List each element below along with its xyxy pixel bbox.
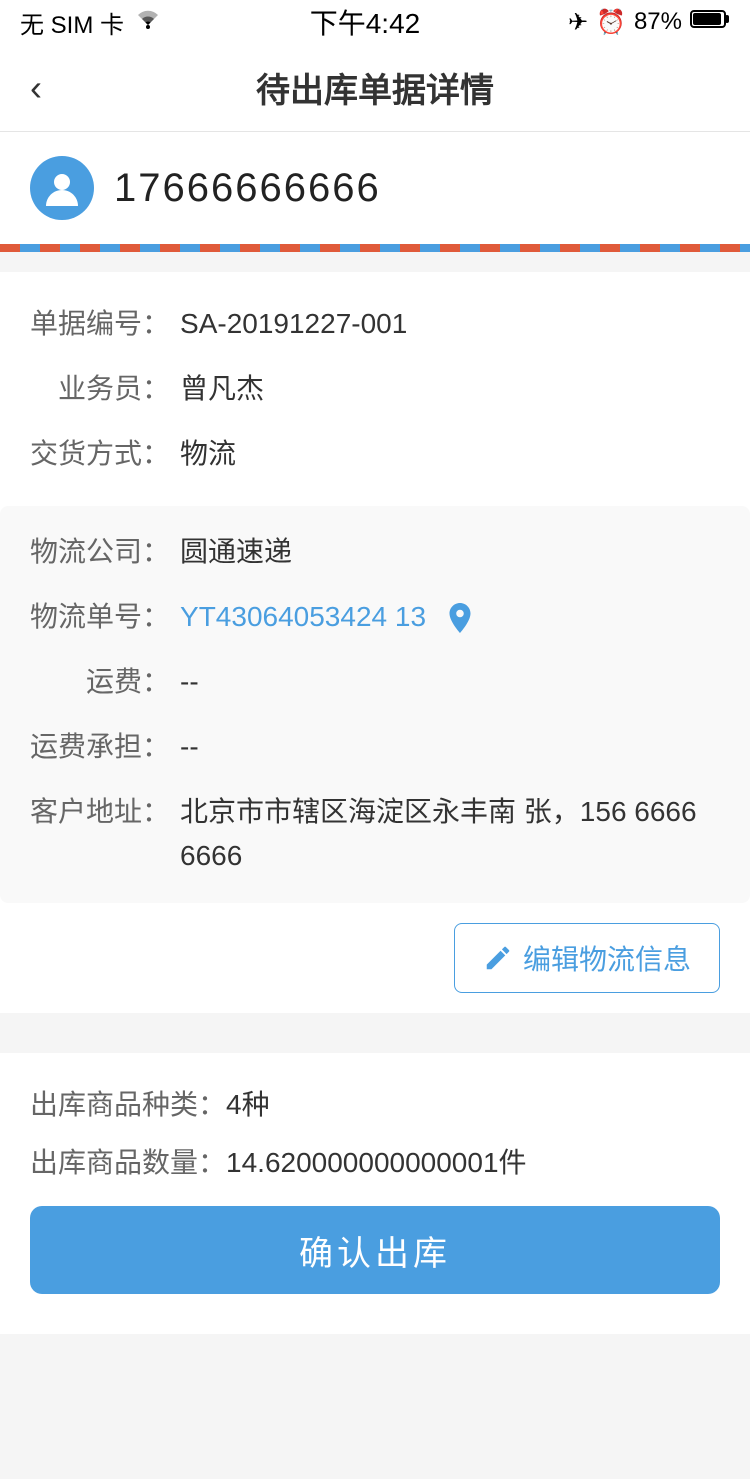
phone-number: 17666666666 bbox=[114, 166, 381, 211]
logistics-info-box: 物流公司： 圆通速递 物流单号： YT43064053424 13 运费： --… bbox=[0, 506, 750, 903]
document-no-label: 单据编号： bbox=[30, 302, 170, 347]
nav-bar: ‹ 待出库单据详情 bbox=[0, 44, 750, 132]
freight-bearer-value: -- bbox=[170, 725, 720, 770]
freight-value: -- bbox=[170, 660, 720, 705]
customer-address-row: 客户地址： 北京市市辖区海淀区永丰南 张，156 6666 6666 bbox=[30, 790, 720, 880]
status-right: ✈ ⏰ 87% bbox=[568, 8, 730, 37]
delivery-method-row: 交货方式： 物流 bbox=[30, 432, 720, 477]
bottom-spacer bbox=[0, 1319, 750, 1479]
map-pin-icon[interactable] bbox=[442, 600, 478, 636]
basic-info-section: 单据编号： SA-20191227-001 业务员： 曾凡杰 交货方式： 物流 bbox=[0, 272, 750, 506]
product-quantity-value: 14.620000000000001件 bbox=[226, 1141, 527, 1181]
product-type-row: 出库商品种类： 4种 bbox=[30, 1083, 720, 1123]
edit-logistics-button[interactable]: 编辑物流信息 bbox=[454, 923, 720, 993]
product-quantity-label: 出库商品数量： bbox=[30, 1141, 226, 1181]
sales-rep-value: 曾凡杰 bbox=[170, 367, 720, 412]
page-title: 待出库单据详情 bbox=[256, 63, 494, 112]
freight-row: 运费： -- bbox=[30, 660, 720, 705]
logistics-section: 物流公司： 圆通速递 物流单号： YT43064053424 13 运费： --… bbox=[0, 506, 750, 1013]
edit-logistics-label: 编辑物流信息 bbox=[523, 938, 691, 978]
carrier-text: 无 SIM 卡 bbox=[20, 5, 124, 40]
freight-label: 运费： bbox=[30, 660, 170, 705]
wifi-icon bbox=[134, 8, 162, 36]
confirm-btn-wrap: 确认出库 bbox=[0, 1186, 750, 1334]
delivery-method-label: 交货方式： bbox=[30, 432, 170, 477]
back-button[interactable]: ‹ bbox=[30, 67, 42, 109]
logistics-company-row: 物流公司： 圆通速递 bbox=[30, 530, 720, 575]
tracking-no-row: 物流单号： YT43064053424 13 bbox=[30, 595, 720, 640]
battery-icon bbox=[690, 8, 730, 37]
logistics-company-value: 圆通速递 bbox=[170, 530, 720, 575]
edit-icon bbox=[483, 943, 513, 973]
dashed-divider bbox=[0, 244, 750, 252]
document-no-value: SA-20191227-001 bbox=[170, 302, 720, 347]
customer-address-label: 客户地址： bbox=[30, 790, 170, 835]
edit-logistics-btn-row: 编辑物流信息 bbox=[0, 903, 750, 1013]
confirm-outbound-button[interactable]: 确认出库 bbox=[30, 1206, 720, 1294]
tracking-no-value: YT43064053424 13 bbox=[170, 595, 720, 640]
avatar bbox=[30, 156, 94, 220]
location-status-icon: ✈ bbox=[568, 8, 588, 37]
status-left: 无 SIM 卡 bbox=[20, 5, 162, 40]
tracking-no-label: 物流单号： bbox=[30, 595, 170, 640]
freight-bearer-label: 运费承担： bbox=[30, 725, 170, 770]
status-bar: 无 SIM 卡 下午4:42 ✈ ⏰ 87% bbox=[0, 0, 750, 44]
freight-bearer-row: 运费承担： -- bbox=[30, 725, 720, 770]
logistics-company-label: 物流公司： bbox=[30, 530, 170, 575]
customer-address-value: 北京市市辖区海淀区永丰南 张，156 6666 6666 bbox=[170, 790, 720, 880]
status-time: 下午4:42 bbox=[310, 2, 421, 42]
document-no-row: 单据编号： SA-20191227-001 bbox=[30, 302, 720, 347]
phone-header-section: 17666666666 bbox=[0, 132, 750, 244]
sales-rep-label: 业务员： bbox=[30, 367, 170, 412]
section-divider-1 bbox=[0, 1013, 750, 1033]
alarm-icon: ⏰ bbox=[596, 8, 626, 37]
product-quantity-row: 出库商品数量： 14.620000000000001件 bbox=[30, 1141, 720, 1181]
battery-text: 87% bbox=[634, 8, 682, 36]
sales-rep-row: 业务员： 曾凡杰 bbox=[30, 367, 720, 412]
product-type-label: 出库商品种类： bbox=[30, 1083, 226, 1123]
delivery-method-value: 物流 bbox=[170, 432, 720, 477]
product-type-value: 4种 bbox=[226, 1083, 270, 1123]
